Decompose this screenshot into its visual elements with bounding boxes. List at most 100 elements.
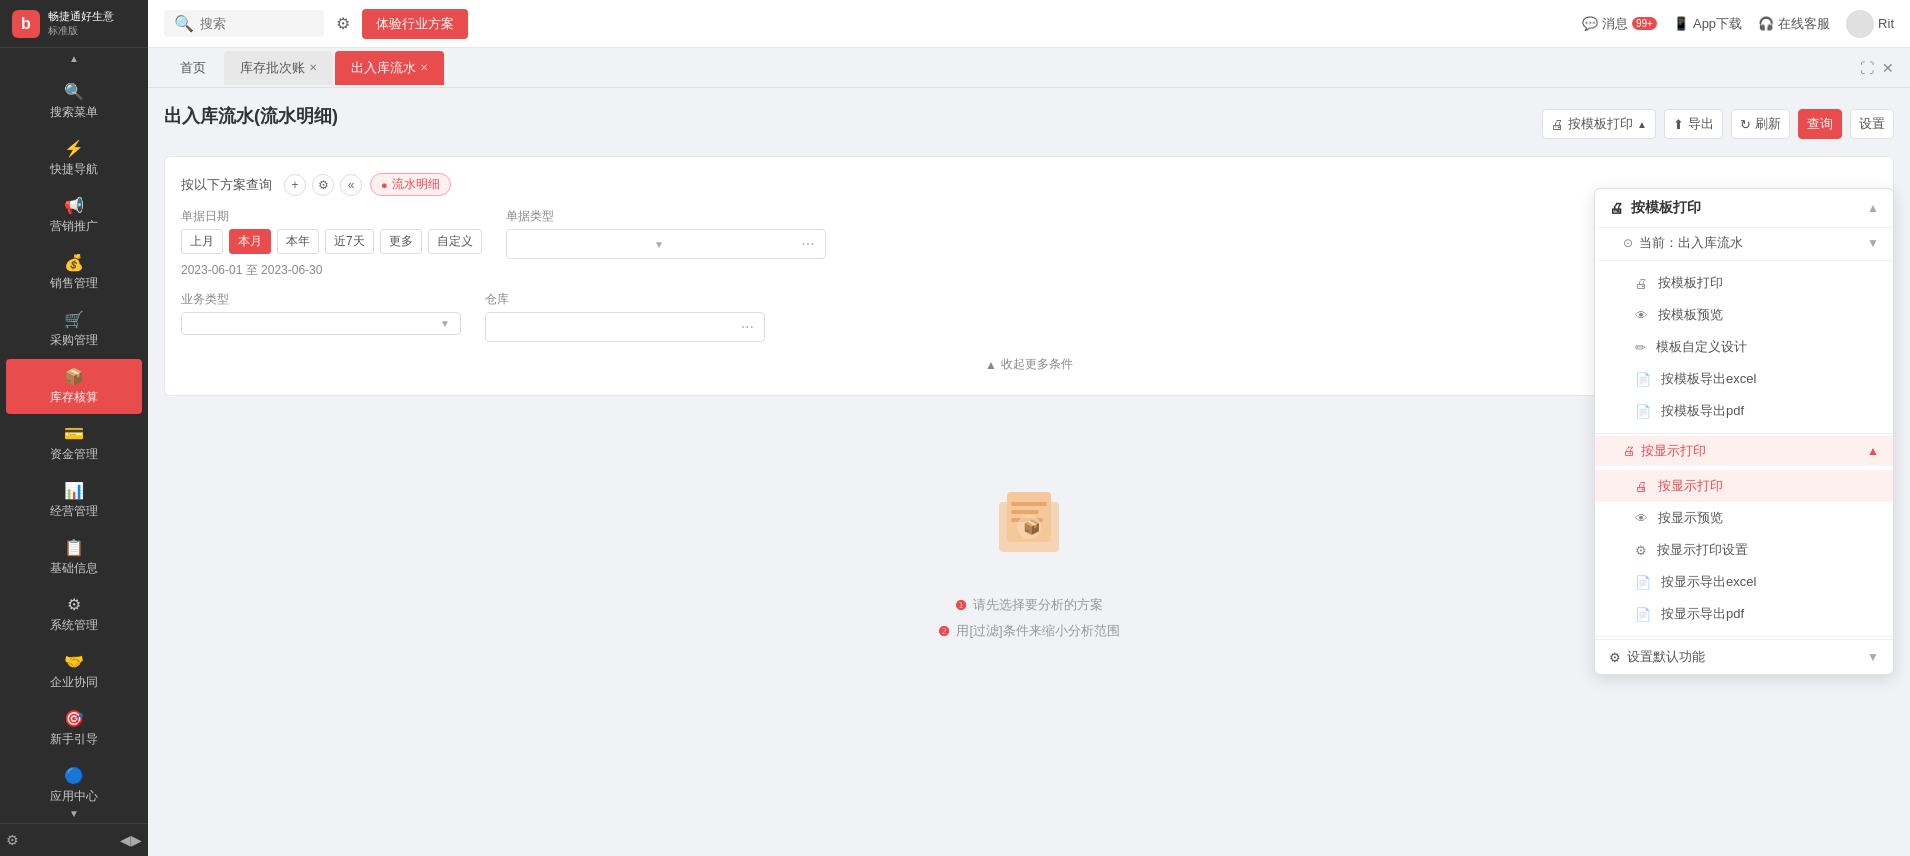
dropdown-display-preview-label: 按显示预览 [1658,509,1723,527]
empty-hint-1: ❶ 请先选择要分析的方案 [955,596,1103,614]
tab-inout-flow[interactable]: 出入库流水 ✕ [335,51,444,85]
system-icon: ⚙ [67,595,81,614]
search-icon: 🔍 [64,82,84,101]
sidebar-item-appstore[interactable]: 🔵 应用中心 [6,758,142,803]
template-custom-icon: ✏ [1635,340,1646,355]
topbar-search-input[interactable] [200,16,300,31]
date-btn-custom[interactable]: 自定义 [428,229,482,254]
svg-rect-3 [1011,510,1039,514]
enterprise-icon: 🤝 [64,652,84,671]
topbar-right: 💬 消息 99+ 📱 App下载 🎧 在线客服 Rit [1582,10,1894,38]
date-btn-7days[interactable]: 近7天 [325,229,374,254]
sidebar-item-guide[interactable]: 🎯 新手引导 [6,701,142,756]
sidebar-item-finance[interactable]: 💳 资金管理 [6,416,142,471]
sidebar-item-shortcut[interactable]: ⚡ 快捷导航 [6,131,142,186]
headset-icon: 🎧 [1758,16,1774,31]
sidebar-item-search[interactable]: 🔍 搜索菜单 [6,74,142,129]
finance-icon: 💳 [64,424,84,443]
export-button[interactable]: ⬆ 导出 [1664,109,1723,139]
dropdown-display-print[interactable]: 🖨 按显示打印 [1595,470,1893,502]
filter-settings-btn[interactable]: ⚙ [312,174,334,196]
date-btn-this-month[interactable]: 本月 [229,229,271,254]
dropdown-chevron-icon: ▲ [1867,201,1879,215]
sidebar-item-basic[interactable]: 📋 基础信息 [6,530,142,585]
filter-date-label: 单据日期 [181,208,482,225]
dropdown-footer[interactable]: ⚙ 设置默认功能 ▼ [1595,639,1893,674]
filter-business-type-select[interactable]: ▼ [181,312,461,335]
sidebar-settings-btn[interactable]: ⚙ [6,832,19,848]
tab-inventory-batch-close[interactable]: ✕ [309,62,317,73]
filter-date-range: 2023-06-01 至 2023-06-30 [181,262,482,279]
sidebar-item-marketing[interactable]: 📢 营销推广 [6,188,142,243]
dropdown-display-print-label: 按显示打印 [1658,477,1723,495]
date-btn-last-month[interactable]: 上月 [181,229,223,254]
sidebar-item-sales[interactable]: 💰 销售管理 [6,245,142,300]
logo-sub: 标准版 [48,24,114,38]
purchase-icon: 🛒 [64,310,84,329]
sidebar-item-label: 营销推广 [50,218,98,235]
dropdown-template-print-label: 按模板打印 [1658,274,1723,292]
dropdown-template-print[interactable]: 🖨 按模板打印 [1595,267,1893,299]
topbar-service[interactable]: 🎧 在线客服 [1758,15,1830,33]
dropdown-current[interactable]: ⊙ 当前：出入库流水 ▼ [1595,228,1893,258]
logo-name: 畅捷通好生意 [48,9,114,24]
topbar-app-download[interactable]: 📱 App下载 [1673,15,1742,33]
date-btn-more[interactable]: 更多 [380,229,422,254]
filter-add-btn[interactable]: + [284,174,306,196]
shortcut-icon: ⚡ [64,139,84,158]
dropdown-display-pdf[interactable]: 📄 按显示导出pdf [1595,598,1893,630]
tab-maximize-icon[interactable]: ⛶ [1860,60,1874,76]
trial-button[interactable]: 体验行业方案 [362,9,468,39]
topbar-search-icon: 🔍 [174,14,194,33]
sidebar-scroll-up[interactable]: ▲ [0,48,148,68]
settings-button[interactable]: 设置 [1850,109,1894,139]
dropdown-header[interactable]: 🖨 按模板打印 ▲ [1595,189,1893,228]
filter-bill-type-select[interactable]: ▼ ··· [506,229,826,259]
sidebar-collapse-btn[interactable]: ◀▶ [120,832,142,848]
sidebar-item-label: 经营管理 [50,503,98,520]
topbar-message[interactable]: 💬 消息 99+ [1582,15,1657,33]
dropdown-template-preview[interactable]: 👁 按模板预览 [1595,299,1893,331]
sidebar-item-purchase[interactable]: 🛒 采购管理 [6,302,142,357]
topbar-gear-icon[interactable]: ⚙ [336,14,350,33]
sidebar-item-system[interactable]: ⚙ 系统管理 [6,587,142,642]
query-button[interactable]: 查询 [1798,109,1842,139]
inventory-icon: 📦 [64,367,84,386]
filter-active-tag[interactable]: ● 流水明细 [370,173,451,196]
dropdown-template-export-excel[interactable]: 📄 按模板导出excel [1595,363,1893,395]
page-title: 出入库流水(流水明细) [164,104,338,128]
filter-collapse-left-btn[interactable]: « [340,174,362,196]
sidebar-item-enterprise[interactable]: 🤝 企业协同 [6,644,142,699]
filter-group-bill-type: 单据类型 ▼ ··· [506,208,826,259]
sidebar-item-inventory[interactable]: 📦 库存核算 [6,359,142,414]
filter-warehouse-select[interactable]: ··· [485,312,765,342]
dropdown-template-export-pdf[interactable]: 📄 按模板导出pdf [1595,395,1893,427]
tab-inventory-batch[interactable]: 库存批次账 ✕ [224,51,333,85]
sidebar-scroll-down[interactable]: ▼ [0,803,148,823]
dropdown-display-excel[interactable]: 📄 按显示导出excel [1595,566,1893,598]
tab-close-icon[interactable]: ✕ [1882,60,1894,76]
sidebar-item-label: 销售管理 [50,275,98,292]
dropdown-display-preview[interactable]: 👁 按显示预览 [1595,502,1893,534]
dropdown-display-settings[interactable]: ⚙ 按显示打印设置 [1595,534,1893,566]
dropdown-current-label: 当前：出入库流水 [1639,234,1743,252]
dropdown-template-custom[interactable]: ✏ 模板自定义设计 [1595,331,1893,363]
dropdown-template-preview-label: 按模板预览 [1658,306,1723,324]
page-content: 出入库流水(流水明细) 🖨 按模板打印 ▲ ⬆ 导出 ↻ 刷新 查询 [148,88,1910,856]
tab-inout-flow-close[interactable]: ✕ [420,62,428,73]
date-btn-this-year[interactable]: 本年 [277,229,319,254]
refresh-button[interactable]: ↻ 刷新 [1731,109,1790,139]
topbar-user[interactable]: Rit [1846,10,1894,38]
template-print-button[interactable]: 🖨 按模板打印 ▲ [1542,109,1656,139]
sidebar-item-operation[interactable]: 📊 经营管理 [6,473,142,528]
display-pdf-icon: 📄 [1635,607,1651,622]
logo-text: 畅捷通好生意 标准版 [48,9,114,38]
export-icon: ⬆ [1673,117,1684,132]
settings-label: 设置 [1859,115,1885,133]
dropdown-display-section-header[interactable]: 🖨 按显示打印 ▲ [1595,436,1893,466]
topbar-search-box[interactable]: 🔍 [164,10,324,37]
tab-home[interactable]: 首页 [164,51,222,85]
operation-icon: 📊 [64,481,84,500]
collapse-icon: ▲ [985,358,997,372]
tabs-bar: 首页 库存批次账 ✕ 出入库流水 ✕ ⛶ ✕ [148,48,1910,88]
